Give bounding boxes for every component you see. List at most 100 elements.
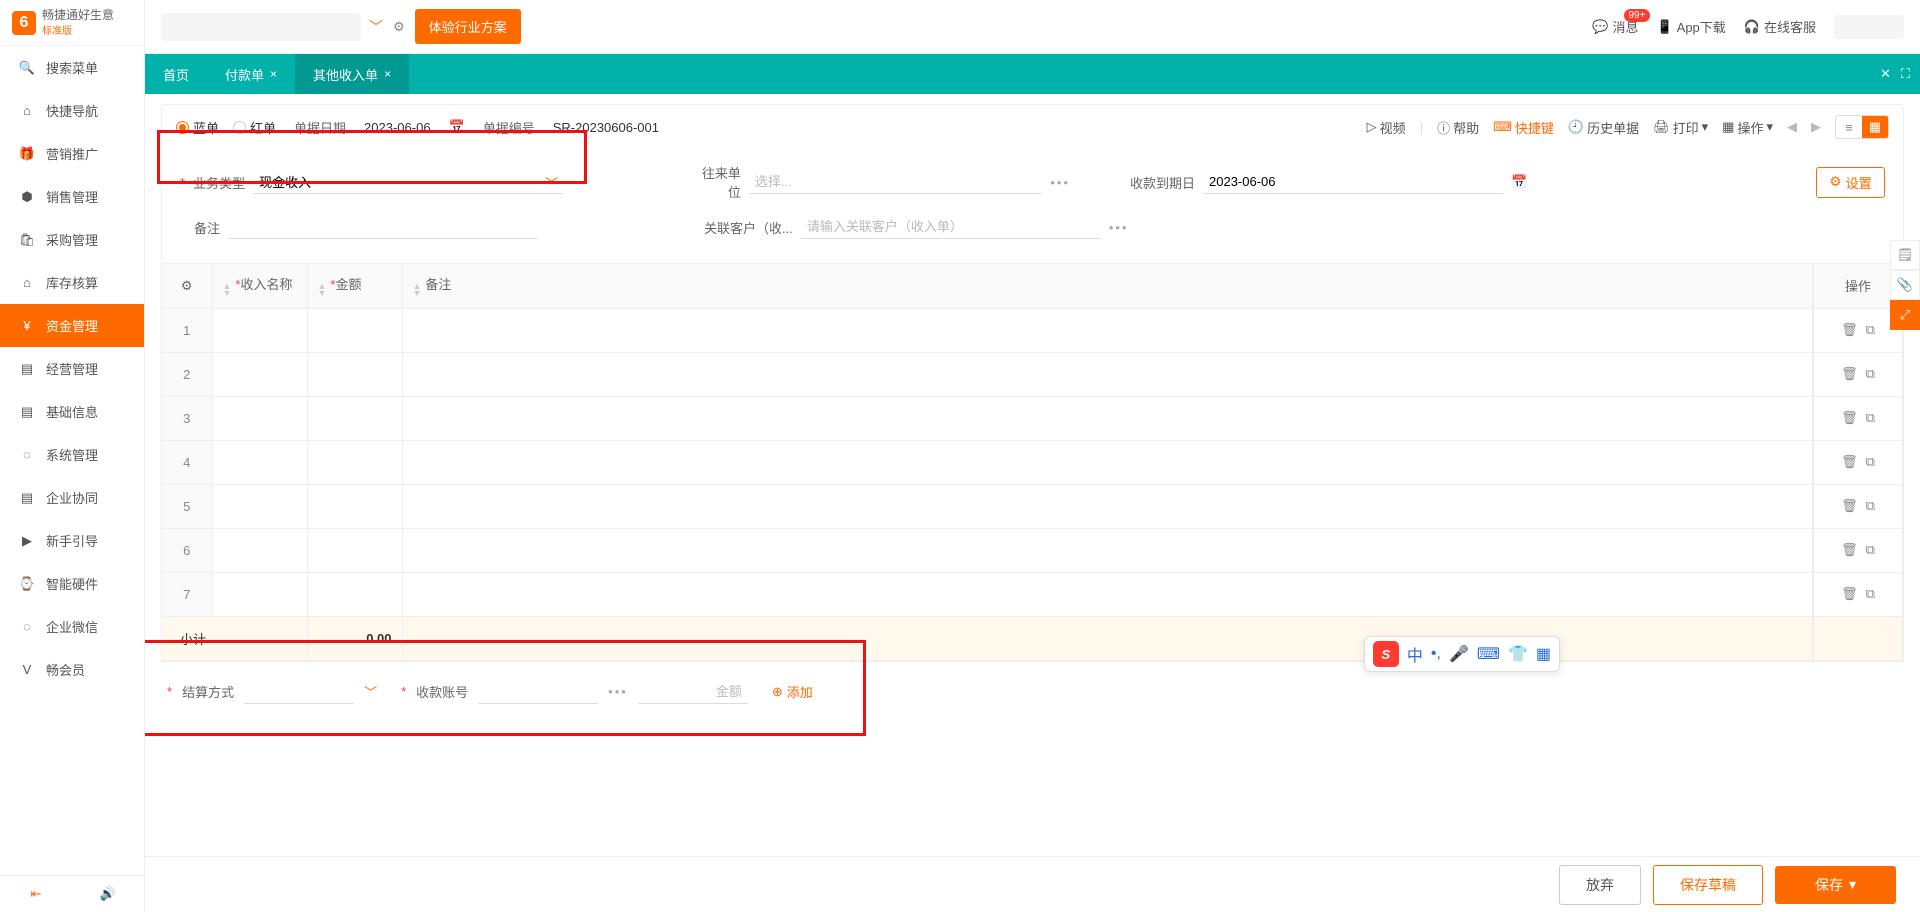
chevron-down-icon[interactable]: ﹀ [364,682,377,701]
gear-icon[interactable]: ⚙ [393,19,405,35]
calendar-icon[interactable]: 📅 [1511,174,1527,190]
code-value: SR-20230606-001 [553,120,659,135]
table-row[interactable]: 5 [162,484,1813,528]
row-copy-button[interactable]: ⧉ [1866,586,1875,601]
sidebar-item-10[interactable]: ▤企业协同 [0,476,144,519]
tab-close-all-button[interactable]: ✕ [1880,66,1891,82]
settle-account-input[interactable] [478,680,598,704]
print-button[interactable]: 🖨 打印 ▾ [1653,118,1708,137]
radio-red[interactable]: 红单 [233,118,276,137]
chevron-down-icon[interactable]: ﹀ [545,173,558,192]
col-settings-button[interactable]: ⚙ [162,264,212,308]
party-more-button[interactable]: ••• [1050,175,1070,190]
settle-account-more-button[interactable]: ••• [608,684,628,699]
row-delete-button[interactable]: 🗑 [1841,542,1858,557]
tool-attach-button[interactable]: 📎 [1890,270,1920,300]
row-delete-button[interactable]: 🗑 [1841,366,1858,381]
sidebar-item-11[interactable]: ▶新手引导 [0,519,144,562]
col-remark[interactable]: ▲▼备注 [402,264,1813,308]
ime-skin-icon[interactable]: 👕 [1508,644,1528,664]
sidebar-item-13[interactable]: ◌企业微信 [0,605,144,648]
row-delete-button[interactable]: 🗑 [1841,322,1858,337]
sidebar-item-5[interactable]: ⌂库存核算 [0,261,144,304]
relcust-input[interactable] [801,215,1101,239]
biztype-input[interactable] [253,170,563,194]
tab-0[interactable]: 首页 [145,54,207,94]
sound-button[interactable]: 🔊 [72,876,144,912]
tab-close-icon[interactable]: × [270,67,277,81]
due-input[interactable] [1203,170,1503,194]
table-row[interactable]: 2 [162,352,1813,396]
calendar-icon[interactable]: 📅 [449,119,465,135]
ime-keyboard-icon[interactable]: ⌨ [1477,644,1500,664]
view-card-button[interactable]: ▦ [1862,116,1888,138]
ime-lang[interactable]: 中 [1407,642,1423,666]
table-row[interactable]: 7 [162,572,1813,616]
row-delete-button[interactable]: 🗑 [1841,498,1858,513]
ime-punct[interactable]: •, [1431,645,1441,663]
party-input[interactable] [749,170,1043,194]
row-copy-button[interactable]: ⧉ [1866,322,1875,337]
relcust-more-button[interactable]: ••• [1109,220,1129,235]
view-list-button[interactable]: ≡ [1836,116,1862,138]
radio-blue[interactable]: 蓝单 [176,118,219,137]
sidebar-item-9[interactable]: ◌系统管理 [0,433,144,476]
row-copy-button[interactable]: ⧉ [1866,454,1875,469]
collapse-button[interactable]: ⇤ [0,876,72,912]
sidebar-item-0[interactable]: 🔍搜索菜单 [0,46,144,89]
next-doc-button[interactable]: ▶ [1811,119,1821,135]
tool-note-button[interactable]: 🗒 [1890,240,1920,270]
prev-doc-button[interactable]: ◀ [1787,119,1797,135]
messages-link[interactable]: 💬 消息 99+ [1592,17,1638,36]
row-delete-button[interactable]: 🗑 [1841,454,1858,469]
sidebar-item-2[interactable]: 🎁营销推广 [0,132,144,175]
add-settle-button[interactable]: ⊕添加 [772,682,813,701]
sidebar-item-12[interactable]: ⌚智能硬件 [0,562,144,605]
tab-close-icon[interactable]: × [384,67,391,81]
date-value[interactable]: 2023-06-06 [364,120,431,135]
save-button[interactable]: 保存 ▾ [1775,866,1896,904]
history-button[interactable]: 🕘 历史单据 [1568,118,1639,137]
row-delete-button[interactable]: 🗑 [1841,586,1858,601]
app-download-link[interactable]: 📱 App下载 [1656,17,1725,36]
col-income[interactable]: ▲▼*收入名称 [212,264,307,308]
hotkey-button[interactable]: ⌨ 快捷键 [1493,118,1554,137]
company-selector[interactable]: ﹀ [161,13,383,41]
table-row[interactable]: 3 [162,396,1813,440]
row-delete-button[interactable]: 🗑 [1841,410,1858,425]
sidebar-item-7[interactable]: ▤经营管理 [0,347,144,390]
settle-method-input[interactable] [244,680,354,704]
settings-button[interactable]: ⚙ 设置 [1816,167,1885,198]
ime-mic-icon[interactable]: 🎤 [1449,644,1469,664]
save-draft-button[interactable]: 保存草稿 [1653,865,1763,905]
row-copy-button[interactable]: ⧉ [1866,410,1875,425]
trial-button[interactable]: 体验行业方案 [415,9,521,44]
user-menu[interactable] [1834,15,1904,39]
sidebar-item-1[interactable]: ⌂快捷导航 [0,89,144,132]
fullscreen-button[interactable]: ⛶ [1901,66,1910,82]
sidebar-item-6[interactable]: ¥资金管理 [0,304,144,347]
tab-2[interactable]: 其他收入单× [295,54,409,94]
settle-amount-input[interactable] [638,680,748,704]
tab-1[interactable]: 付款单× [207,54,295,94]
ime-bar[interactable]: S 中 •, 🎤 ⌨ 👕 ▦ [1364,636,1560,672]
sidebar-item-4[interactable]: 🛍采购管理 [0,218,144,261]
discard-button[interactable]: 放弃 [1559,865,1641,905]
row-copy-button[interactable]: ⧉ [1866,498,1875,513]
operate-button[interactable]: ▦ 操作 ▾ [1722,118,1773,137]
row-copy-button[interactable]: ⧉ [1866,542,1875,557]
table-row[interactable]: 1 [162,308,1813,352]
ime-toolbox-icon[interactable]: ▦ [1536,644,1551,664]
remark-input[interactable] [228,215,538,239]
tool-expand-button[interactable]: ⤢ [1890,300,1920,330]
sidebar-item-8[interactable]: ▤基础信息 [0,390,144,433]
table-row[interactable]: 6 [162,528,1813,572]
support-link[interactable]: 🎧 在线客服 [1744,17,1816,36]
row-copy-button[interactable]: ⧉ [1866,366,1875,381]
table-row[interactable]: 4 [162,440,1813,484]
sidebar-item-14[interactable]: V畅会员 [0,648,144,691]
help-button[interactable]: ⓘ 帮助 [1437,118,1479,137]
col-amount[interactable]: ▲▼*金额 [307,264,402,308]
sidebar-item-3[interactable]: ⬢销售管理 [0,175,144,218]
video-button[interactable]: ▷ 视频 [1367,118,1406,137]
